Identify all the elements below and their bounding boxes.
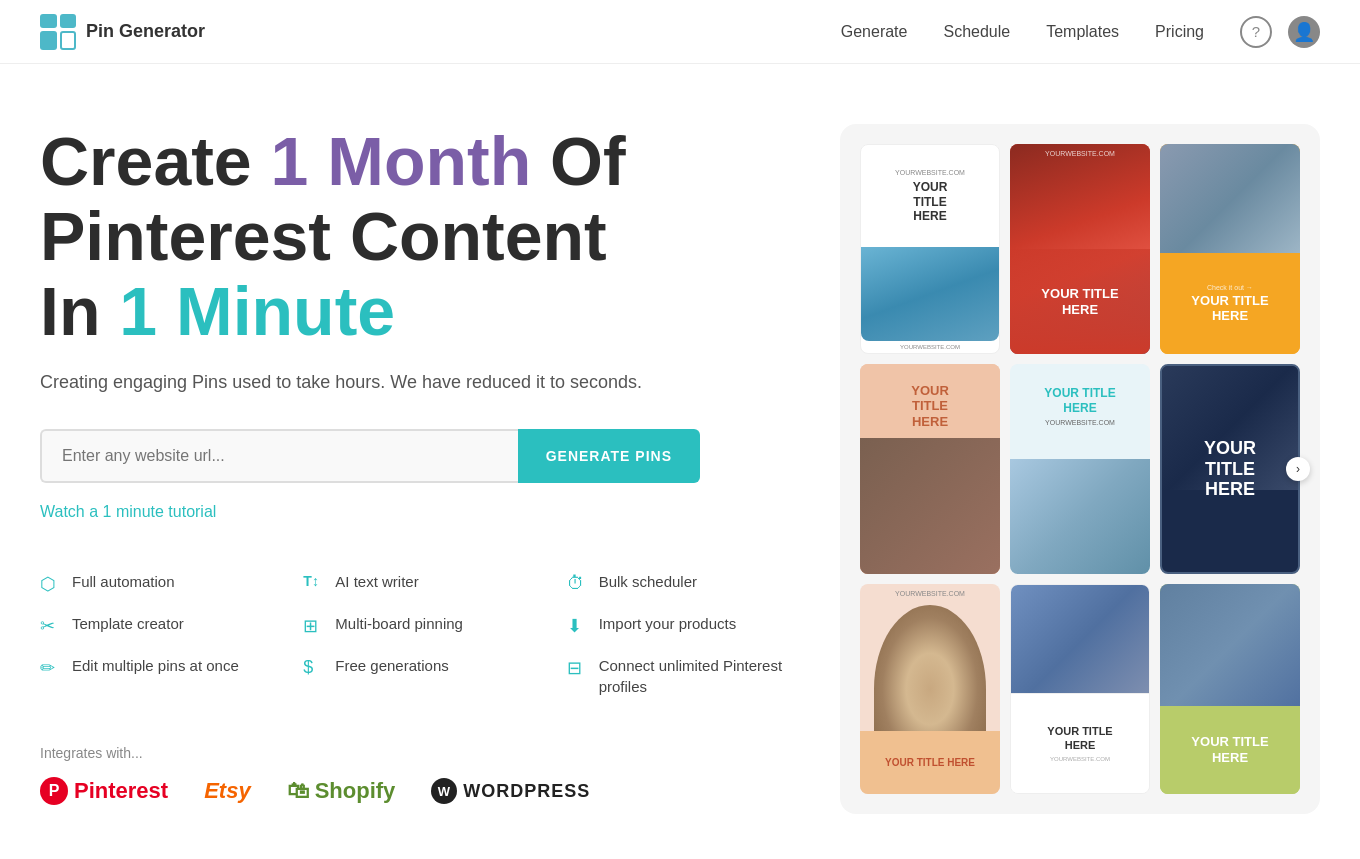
multiboard-icon: ⊞ bbox=[303, 615, 325, 637]
pin-card-8: YOUR TITLEHERE YOURWEBSITE.COM bbox=[1010, 584, 1150, 794]
tutorial-link[interactable]: Watch a 1 minute tutorial bbox=[40, 503, 216, 521]
hero-section: Create 1 Month OfPinterest ContentIn 1 M… bbox=[40, 124, 800, 805]
wp-icon: W bbox=[431, 778, 457, 804]
title-create: Create bbox=[40, 123, 271, 199]
pin-card-9: YOUR TITLEHERE bbox=[1160, 584, 1300, 794]
pin-card-6: YOURTITLEHERE bbox=[1160, 364, 1300, 574]
feature-label: Bulk scheduler bbox=[599, 571, 697, 592]
logo-text: Pin Generator bbox=[86, 21, 205, 42]
pin8-title: YOUR TITLEHERE bbox=[1047, 725, 1112, 751]
feature-edit-multiple: ✏ Edit multiple pins at once bbox=[40, 655, 273, 697]
feature-label: Free generations bbox=[335, 655, 448, 676]
dollar-icon: $ bbox=[303, 657, 325, 678]
title-1month: 1 Month bbox=[271, 123, 532, 199]
feature-free: $ Free generations bbox=[303, 655, 536, 697]
feature-label: Edit multiple pins at once bbox=[72, 655, 239, 676]
shopify-logo: 🛍 Shopify bbox=[287, 778, 396, 804]
feature-bulk-scheduler: ⏱ Bulk scheduler bbox=[567, 571, 800, 595]
pin3-title: YOUR TITLEHERE bbox=[1191, 293, 1268, 324]
pin2-website: YOURWEBSITE.COM bbox=[1010, 150, 1150, 157]
feature-multiboard: ⊞ Multi-board pinning bbox=[303, 613, 536, 637]
shopify-icon: 🛍 bbox=[287, 778, 309, 804]
feature-label: Connect unlimited Pinterest profiles bbox=[599, 655, 800, 697]
url-form: GENERATE PINS bbox=[40, 429, 700, 483]
pin2-title: YOUR TITLEHERE bbox=[1041, 286, 1118, 317]
pin-gallery: YOURWEBSITE.COM YOURTITLEHERE YOURWEBSIT… bbox=[840, 124, 1320, 814]
automation-icon: ⬡ bbox=[40, 573, 62, 595]
pin9-title: YOUR TITLEHERE bbox=[1191, 734, 1268, 765]
feature-label: Full automation bbox=[72, 571, 175, 592]
pin5-website: YOURWEBSITE.COM bbox=[1045, 419, 1115, 426]
import-icon: ⬇ bbox=[567, 615, 589, 637]
logo[interactable]: Pin Generator bbox=[40, 14, 205, 50]
template-icon: ✂ bbox=[40, 615, 62, 637]
pin-card-5: YOUR TITLEHERE YOURWEBSITE.COM bbox=[1010, 364, 1150, 574]
help-icon[interactable]: ? bbox=[1240, 16, 1272, 48]
feature-full-automation: ⬡ Full automation bbox=[40, 571, 273, 595]
integrations-label: Integrates with... bbox=[40, 745, 800, 761]
clock-icon: ⏱ bbox=[567, 573, 589, 594]
generate-button[interactable]: GENERATE PINS bbox=[518, 429, 700, 483]
user-icon[interactable]: 👤 bbox=[1288, 16, 1320, 48]
pin-card-3: Check it out → YOUR TITLEHERE bbox=[1160, 144, 1300, 354]
main-nav: Generate Schedule Templates Pricing ? 👤 bbox=[841, 16, 1320, 48]
hero-subtitle: Creating engaging Pins used to take hour… bbox=[40, 372, 680, 393]
pin3-check: Check it out → bbox=[1207, 284, 1253, 291]
pin4-title: YOURTITLEHERE bbox=[911, 383, 949, 430]
pinterest-icon: P bbox=[40, 777, 68, 805]
feature-label: Template creator bbox=[72, 613, 184, 634]
pin-card-2: YOURWEBSITE.COM YOUR TITLEHERE bbox=[1010, 144, 1150, 354]
features-grid: ⬡ Full automation T↕ AI text writer ⏱ Bu… bbox=[40, 571, 800, 697]
pin-card-7: YOURWEBSITE.COM YOUR TITLE HERE bbox=[860, 584, 1000, 794]
pin8-website: YOURWEBSITE.COM bbox=[1050, 756, 1110, 762]
edit-icon: ✏ bbox=[40, 657, 62, 679]
integrations-section: Integrates with... P Pinterest Etsy 🛍 Sh… bbox=[40, 745, 800, 805]
feature-template: ✂ Template creator bbox=[40, 613, 273, 637]
pinterest-logo: P Pinterest bbox=[40, 777, 168, 805]
pin-card-1: YOURWEBSITE.COM YOURTITLEHERE YOURWEBSIT… bbox=[860, 144, 1000, 354]
hero-title: Create 1 Month OfPinterest ContentIn 1 M… bbox=[40, 124, 800, 348]
gallery-next-btn[interactable]: › bbox=[1286, 457, 1310, 481]
pin6-title: YOURTITLEHERE bbox=[1204, 438, 1256, 500]
integrations-logos: P Pinterest Etsy 🛍 Shopify W WORDPRESS bbox=[40, 777, 800, 805]
profiles-icon: ⊟ bbox=[567, 657, 589, 679]
nav-icons: ? 👤 bbox=[1240, 16, 1320, 48]
wordpress-logo: W WORDPRESS bbox=[431, 778, 590, 804]
nav-templates[interactable]: Templates bbox=[1046, 23, 1119, 41]
feature-label: AI text writer bbox=[335, 571, 418, 592]
url-input[interactable] bbox=[40, 429, 518, 483]
pin7-website: YOURWEBSITE.COM bbox=[860, 590, 1000, 597]
pin1-title: YOURTITLEHERE bbox=[913, 180, 948, 223]
pin1-website-bottom: YOURWEBSITE.COM bbox=[861, 341, 999, 353]
nav-pricing[interactable]: Pricing bbox=[1155, 23, 1204, 41]
ai-icon: T↕ bbox=[303, 573, 325, 589]
etsy-logo: Etsy bbox=[204, 778, 250, 804]
pin7-title: YOUR TITLE HERE bbox=[885, 757, 975, 768]
pin5-title: YOUR TITLEHERE bbox=[1044, 386, 1115, 415]
pin-grid: YOURWEBSITE.COM YOURTITLEHERE YOURWEBSIT… bbox=[860, 144, 1300, 794]
pin-card-4: YOURTITLEHERE bbox=[860, 364, 1000, 574]
feature-label: Import your products bbox=[599, 613, 737, 634]
logo-icon bbox=[40, 14, 76, 50]
title-1minute: 1 Minute bbox=[119, 273, 395, 349]
feature-unlimited: ⊟ Connect unlimited Pinterest profiles bbox=[567, 655, 800, 697]
feature-ai-text: T↕ AI text writer bbox=[303, 571, 536, 595]
feature-label: Multi-board pinning bbox=[335, 613, 463, 634]
nav-generate[interactable]: Generate bbox=[841, 23, 908, 41]
nav-schedule[interactable]: Schedule bbox=[943, 23, 1010, 41]
feature-import: ⬇ Import your products bbox=[567, 613, 800, 637]
pin1-website: YOURWEBSITE.COM bbox=[895, 169, 965, 176]
